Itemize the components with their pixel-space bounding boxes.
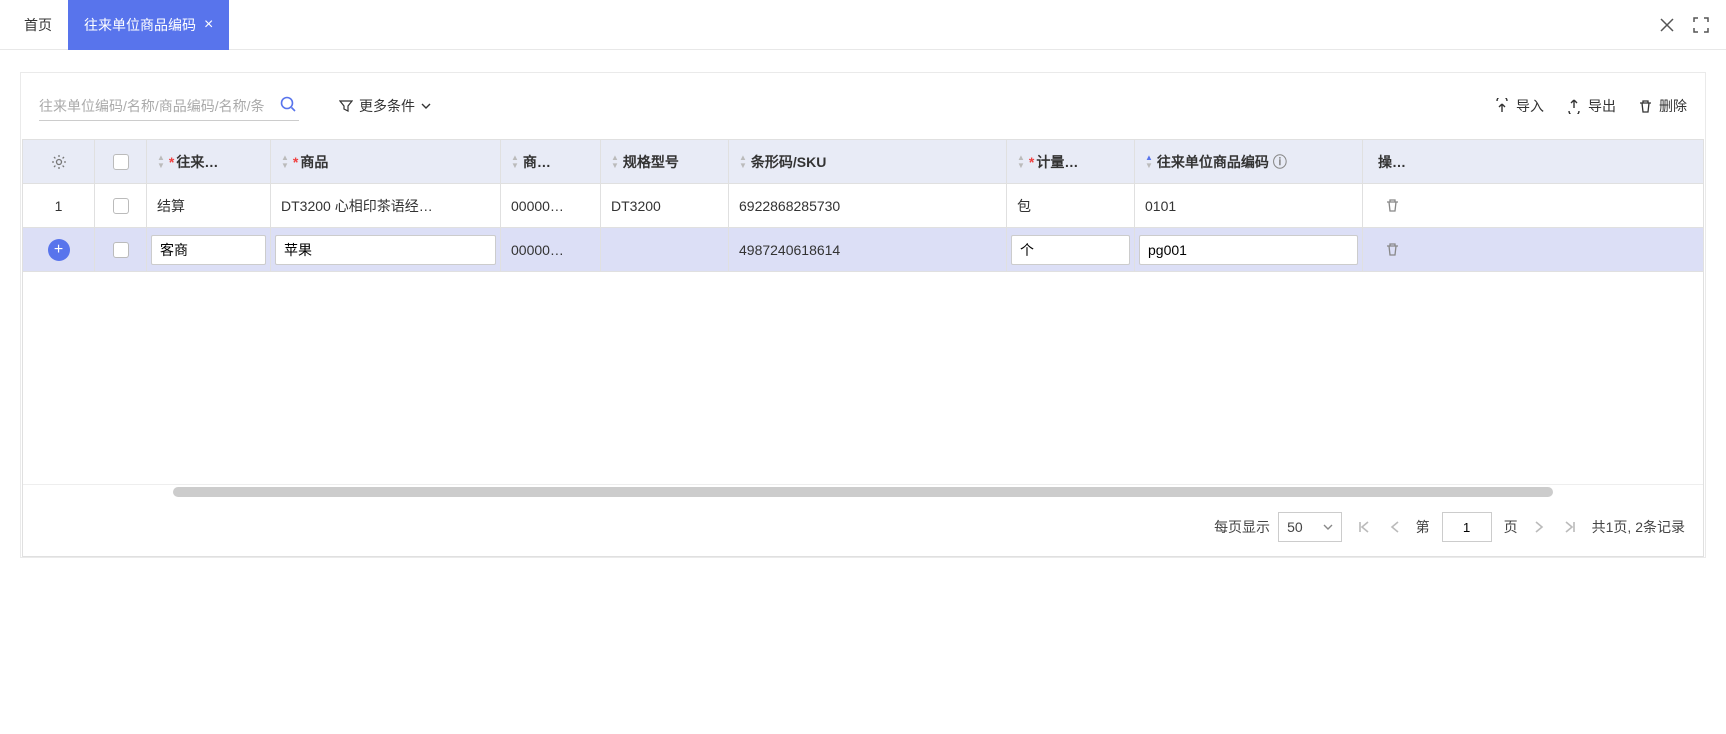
product-input[interactable]	[275, 235, 496, 265]
sort-icon: ▲▼	[511, 154, 519, 170]
delete-row-icon[interactable]	[1385, 242, 1400, 257]
export-label: 导出	[1588, 96, 1616, 116]
col-header-uom[interactable]: ▲▼*计量…	[1007, 140, 1135, 183]
uom-input[interactable]	[1011, 235, 1130, 265]
cell-barcode: 6922868285730	[729, 184, 1007, 227]
fullscreen-icon[interactable]	[1684, 8, 1718, 42]
col-header-barcode[interactable]: ▲▼条形码/SKU	[729, 140, 1007, 183]
add-row-button[interactable]: +	[48, 239, 70, 261]
help-icon[interactable]: ⓘ	[1273, 152, 1287, 172]
sort-icon: ▲▼	[611, 154, 619, 170]
delete-label: 删除	[1659, 96, 1687, 116]
sort-icon: ▲▼	[1017, 154, 1025, 170]
unit-input[interactable]	[151, 235, 266, 265]
page-number-input[interactable]	[1442, 512, 1492, 542]
col-header-unitcode[interactable]: ▲▼往来单位商品编码ⓘ	[1135, 140, 1363, 183]
delete-row-icon[interactable]	[1385, 198, 1400, 213]
pagination: 每页显示 50 第 页 共1页, 2条记录	[23, 498, 1703, 556]
cell-spec	[601, 228, 729, 271]
chevron-down-icon	[421, 101, 431, 111]
unitcode-input[interactable]	[1139, 235, 1358, 265]
pager-summary: 共1页, 2条记录	[1592, 517, 1685, 537]
search-icon[interactable]	[279, 95, 297, 113]
trash-icon	[1638, 99, 1653, 114]
sort-icon: ▲▼	[1145, 154, 1153, 170]
cell-code: 00000…	[501, 228, 601, 271]
page-label-post: 页	[1504, 517, 1518, 537]
col-header-unit[interactable]: ▲▼*往来…	[147, 140, 271, 183]
gear-icon[interactable]	[51, 154, 67, 170]
import-button[interactable]: 导入	[1494, 96, 1544, 116]
sort-icon: ▲▼	[281, 154, 289, 170]
cell-uom[interactable]: 包	[1007, 184, 1135, 227]
cell-barcode: 4987240618614	[729, 228, 1007, 271]
table-row[interactable]: 1 结算 DT3200 心相印茶语经… 00000… DT3200 692286…	[23, 184, 1703, 228]
row-checkbox[interactable]	[113, 242, 129, 258]
export-button[interactable]: 导出	[1566, 96, 1616, 116]
col-header-code[interactable]: ▲▼商…	[501, 140, 601, 183]
close-page-icon[interactable]	[1650, 8, 1684, 42]
filter-bar: 更多条件 导入 导出 删除	[21, 91, 1705, 139]
cell-product[interactable]: DT3200 心相印茶语经…	[271, 184, 501, 227]
cell-spec: DT3200	[601, 184, 729, 227]
page-size-value: 50	[1287, 519, 1303, 535]
horizontal-scrollbar[interactable]	[23, 484, 1703, 498]
table-header: ▲▼*往来… ▲▼*商品 ▲▼商… ▲▼规格型号 ▲▼条形码/SKU ▲▼*计量…	[23, 140, 1703, 184]
cell-code: 00000…	[501, 184, 601, 227]
row-checkbox[interactable]	[113, 198, 129, 214]
close-tab-icon[interactable]: ×	[204, 16, 213, 34]
sort-icon: ▲▼	[157, 154, 165, 170]
more-filters-button[interactable]: 更多条件	[339, 96, 431, 116]
row-index: 1	[23, 184, 95, 227]
tab-home-label: 首页	[24, 15, 52, 35]
tab-active-label: 往来单位商品编码	[84, 15, 196, 35]
tab-home[interactable]: 首页	[8, 0, 68, 50]
page-size-select[interactable]: 50	[1278, 512, 1342, 542]
page-label-pre: 第	[1416, 517, 1430, 537]
col-header-op: 操…	[1363, 140, 1421, 183]
top-tabs: 首页 往来单位商品编码 ×	[0, 0, 1726, 50]
prev-page-icon[interactable]	[1386, 521, 1404, 533]
perpage-label: 每页显示	[1214, 517, 1270, 537]
cell-unitcode[interactable]: 0101	[1135, 184, 1363, 227]
next-page-icon[interactable]	[1530, 521, 1548, 533]
import-icon	[1494, 98, 1510, 114]
select-all-checkbox[interactable]	[113, 154, 129, 170]
first-page-icon[interactable]	[1354, 521, 1374, 533]
more-filters-label: 更多条件	[359, 96, 415, 116]
filter-icon	[339, 99, 353, 113]
export-icon	[1566, 98, 1582, 114]
last-page-icon[interactable]	[1560, 521, 1580, 533]
table-row[interactable]: + 00000… 4987240618614	[23, 228, 1703, 272]
col-header-product[interactable]: ▲▼*商品	[271, 140, 501, 183]
data-table: ▲▼*往来… ▲▼*商品 ▲▼商… ▲▼规格型号 ▲▼条形码/SKU ▲▼*计量…	[22, 139, 1704, 557]
col-header-spec[interactable]: ▲▼规格型号	[601, 140, 729, 183]
import-label: 导入	[1516, 96, 1544, 116]
sort-icon: ▲▼	[739, 154, 747, 170]
search-input[interactable]	[39, 91, 299, 121]
cell-unit[interactable]: 结算	[147, 184, 271, 227]
tab-active[interactable]: 往来单位商品编码 ×	[68, 0, 229, 50]
delete-button[interactable]: 删除	[1638, 96, 1687, 116]
chevron-down-icon	[1323, 522, 1333, 532]
